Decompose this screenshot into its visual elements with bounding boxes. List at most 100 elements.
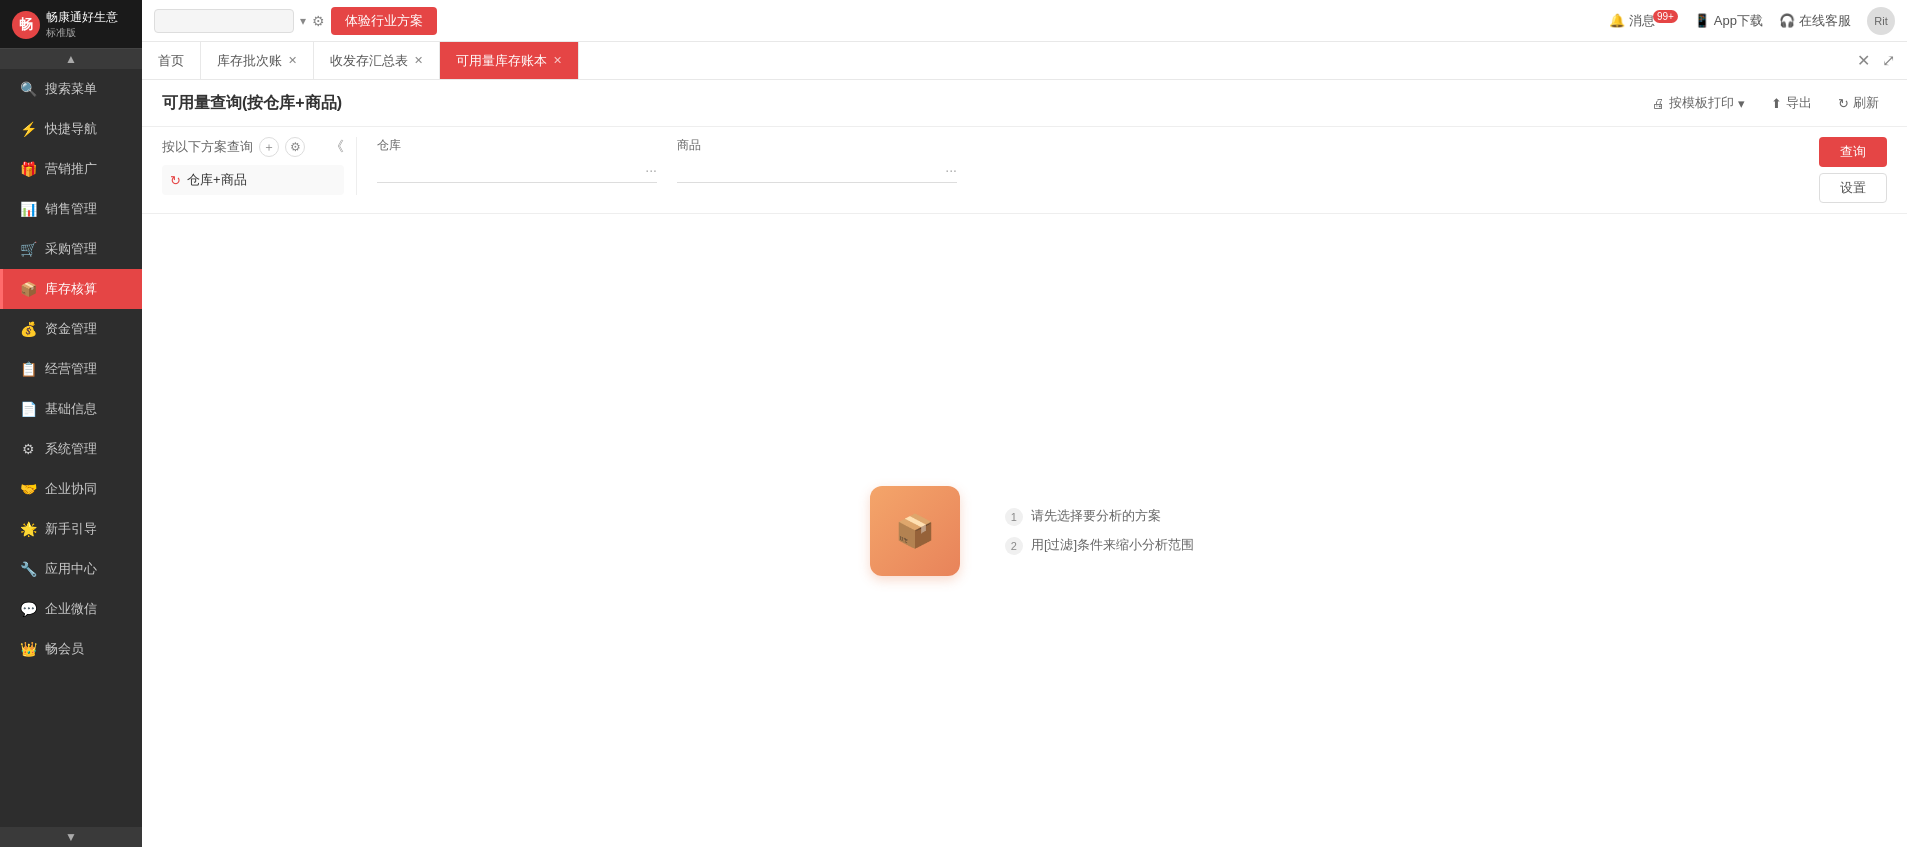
- sidebar-menu: 🔍 搜索菜单 ⚡ 快捷导航 🎁 营销推广 📊 销售管理 🛒 采购管理 📦 库存核…: [0, 69, 142, 827]
- sidebar-scroll-up[interactable]: ▲: [0, 49, 142, 69]
- marketing-icon: 🎁: [19, 161, 37, 177]
- sidebar-item-label: 搜索菜单: [45, 80, 97, 98]
- app-download-button[interactable]: 📱 App下载: [1694, 12, 1763, 30]
- sidebar-item-marketing[interactable]: 🎁 营销推广: [0, 149, 142, 189]
- expand-tab-button[interactable]: ⤢: [1878, 47, 1899, 74]
- scheme-item-warehouse-goods[interactable]: ↻ 仓库+商品: [162, 165, 344, 195]
- print-template-button[interactable]: 🖨 按模板打印 ▾: [1644, 90, 1753, 116]
- filter-actions: 查询 设置: [1819, 137, 1887, 203]
- sidebar-item-sales[interactable]: 📊 销售管理: [0, 189, 142, 229]
- tabbar: 首页 库存批次账 ✕ 收发存汇总表 ✕ 可用量库存账本 ✕ ✕ ⤢: [142, 42, 1907, 80]
- bell-icon: 🔔: [1609, 13, 1625, 28]
- headset-icon: 🎧: [1779, 13, 1795, 28]
- collapse-icon[interactable]: 《: [330, 138, 344, 156]
- sidebar-item-shortcut[interactable]: ⚡ 快捷导航: [0, 109, 142, 149]
- export-button[interactable]: ⬆ 导出: [1763, 90, 1820, 116]
- enterprise-icon: 🤝: [19, 481, 37, 497]
- refresh-label: 刷新: [1853, 94, 1879, 112]
- search-input[interactable]: [154, 9, 294, 33]
- topbar-search-area: ▾ ⚙ 体验行业方案: [154, 7, 1601, 35]
- tab-available[interactable]: 可用量库存账本 ✕: [440, 42, 579, 79]
- empty-hint-2: 2 用[过滤]条件来缩小分析范围: [1005, 536, 1194, 555]
- sidebar-item-finance[interactable]: 💰 资金管理: [0, 309, 142, 349]
- refresh-icon: ↻: [1838, 96, 1849, 111]
- export-icon: ⬆: [1771, 96, 1782, 111]
- sidebar-item-system[interactable]: ⚙ 系统管理: [0, 429, 142, 469]
- sidebar-item-label: 资金管理: [45, 320, 97, 338]
- sidebar-item-enterprise[interactable]: 🤝 企业协同: [0, 469, 142, 509]
- goods-label: 商品: [677, 137, 957, 154]
- sidebar-item-wechat[interactable]: 💬 企业微信: [0, 589, 142, 629]
- member-icon: 👑: [19, 641, 37, 657]
- tab-batch-close[interactable]: ✕: [288, 54, 297, 67]
- manage-scheme-button[interactable]: ⚙: [285, 137, 305, 157]
- page-actions: 🖨 按模板打印 ▾ ⬆ 导出 ↻ 刷新: [1644, 90, 1887, 116]
- search-icon: 🔍: [19, 81, 37, 97]
- tab-available-close[interactable]: ✕: [553, 54, 562, 67]
- tabbar-actions: ✕ ⤢: [1845, 47, 1907, 74]
- warehouse-label: 仓库: [377, 137, 657, 154]
- customer-service-button[interactable]: 🎧 在线客服: [1779, 12, 1851, 30]
- content-area: 可用量查询(按仓库+商品) 🖨 按模板打印 ▾ ⬆ 导出 ↻ 刷新: [142, 80, 1907, 847]
- hint-text-2: 用[过滤]条件来缩小分析范围: [1031, 536, 1194, 554]
- sidebar-scroll-down[interactable]: ▼: [0, 827, 142, 847]
- topbar: ▾ ⚙ 体验行业方案 🔔 消息 99+ 📱 App下载 🎧 在线客服 Rit: [142, 0, 1907, 42]
- operations-icon: 📋: [19, 361, 37, 377]
- shortcut-icon: ⚡: [19, 121, 37, 137]
- notification-badge: 99+: [1653, 10, 1678, 23]
- filter-scheme-panel: 按以下方案查询 ＋ ⚙ 《 ↻ 仓库+商品: [162, 137, 357, 195]
- hint-text-1: 请先选择要分析的方案: [1031, 507, 1161, 525]
- hint-number-1: 1: [1005, 508, 1023, 526]
- tab-summary-close[interactable]: ✕: [414, 54, 423, 67]
- sidebar-item-label: 企业协同: [45, 480, 97, 498]
- guide-icon: 🌟: [19, 521, 37, 537]
- add-scheme-button[interactable]: ＋: [259, 137, 279, 157]
- sidebar-item-label: 采购管理: [45, 240, 97, 258]
- sidebar-item-base[interactable]: 📄 基础信息: [0, 389, 142, 429]
- chevron-down-icon: ▾: [1738, 96, 1745, 111]
- tab-home-label: 首页: [158, 52, 184, 70]
- sidebar-item-label: 基础信息: [45, 400, 97, 418]
- sidebar-item-search[interactable]: 🔍 搜索菜单: [0, 69, 142, 109]
- sidebar-item-label: 库存核算: [45, 280, 97, 298]
- query-button[interactable]: 查询: [1819, 137, 1887, 167]
- sidebar-item-purchase[interactable]: 🛒 采购管理: [0, 229, 142, 269]
- goods-input[interactable]: ···: [677, 158, 957, 183]
- warehouse-input[interactable]: ···: [377, 158, 657, 183]
- app-download-label: App下载: [1714, 12, 1763, 30]
- tab-home[interactable]: 首页: [142, 42, 201, 79]
- setting-button[interactable]: 设置: [1819, 173, 1887, 203]
- empty-state: 📦 1 请先选择要分析的方案 2 用[过滤]条件来缩小分析范围: [142, 214, 1907, 847]
- warehouse-scheme-icon: ↻: [170, 173, 181, 188]
- chevron-down-icon[interactable]: ▾: [300, 14, 306, 28]
- sidebar-title: 畅康通好生意: [46, 10, 118, 26]
- sidebar-item-guide[interactable]: 🌟 新手引导: [0, 509, 142, 549]
- sidebar-item-member[interactable]: 👑 畅会员: [0, 629, 142, 669]
- filter-scheme-label: 按以下方案查询: [162, 138, 253, 156]
- sidebar-logo: 畅: [12, 11, 40, 39]
- refresh-button[interactable]: ↻ 刷新: [1830, 90, 1887, 116]
- topbar-right: 🔔 消息 99+ 📱 App下载 🎧 在线客服 Rit: [1609, 7, 1895, 35]
- sidebar-item-label: 新手引导: [45, 520, 97, 538]
- user-profile[interactable]: Rit: [1867, 7, 1895, 35]
- tab-summary[interactable]: 收发存汇总表 ✕: [314, 42, 440, 79]
- filter-fields: 仓库 ··· 商品 ···: [357, 137, 1819, 183]
- customer-service-label: 在线客服: [1799, 12, 1851, 30]
- print-icon: 🖨: [1652, 96, 1665, 111]
- gear-icon[interactable]: ⚙: [312, 13, 325, 29]
- tab-batch[interactable]: 库存批次账 ✕: [201, 42, 314, 79]
- close-tab-button[interactable]: ✕: [1853, 47, 1874, 74]
- sidebar-item-label: 应用中心: [45, 560, 97, 578]
- box-icon: 📦: [870, 486, 960, 576]
- export-label: 导出: [1786, 94, 1812, 112]
- phone-icon: 📱: [1694, 13, 1710, 28]
- trial-button[interactable]: 体验行业方案: [331, 7, 437, 35]
- goods-more-icon[interactable]: ···: [945, 162, 957, 178]
- sidebar-item-label: 营销推广: [45, 160, 97, 178]
- sidebar-item-app[interactable]: 🔧 应用中心: [0, 549, 142, 589]
- warehouse-more-icon[interactable]: ···: [645, 162, 657, 178]
- print-template-label: 按模板打印: [1669, 94, 1734, 112]
- sidebar-item-operations[interactable]: 📋 经营管理: [0, 349, 142, 389]
- sidebar-item-inventory[interactable]: 📦 库存核算: [0, 269, 142, 309]
- notification-button[interactable]: 🔔 消息 99+: [1609, 12, 1678, 30]
